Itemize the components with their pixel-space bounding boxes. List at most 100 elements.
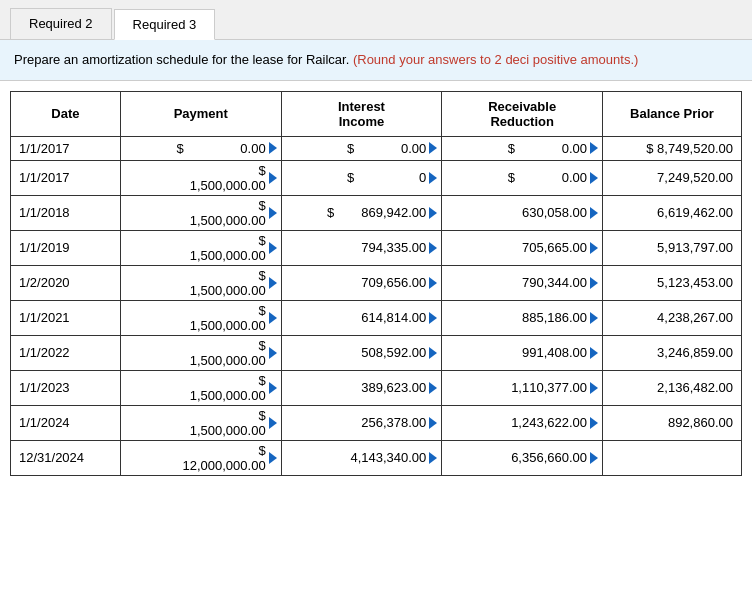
interest-input[interactable] (326, 310, 426, 325)
payment-input[interactable] (166, 458, 266, 473)
cell-balance: 6,619,462.00 (603, 195, 742, 230)
interest-input[interactable] (326, 345, 426, 360)
cell-receivable[interactable] (442, 195, 603, 230)
cell-payment[interactable]: $ (120, 405, 281, 440)
cell-balance: 892,860.00 (603, 405, 742, 440)
col-header-date: Date (11, 91, 121, 136)
interest-input[interactable] (326, 240, 426, 255)
cell-interest[interactable] (281, 300, 442, 335)
instructions-highlight: (Round your answers to 2 deci positive a… (353, 52, 638, 67)
receivable-input[interactable] (487, 450, 587, 465)
cell-payment[interactable]: $ (120, 230, 281, 265)
cell-balance: $ 8,749,520.00 (603, 136, 742, 160)
receivable-input[interactable] (487, 240, 587, 255)
cell-payment[interactable]: $ (120, 370, 281, 405)
cell-interest[interactable]: $ (281, 195, 442, 230)
receivable-input[interactable] (487, 380, 587, 395)
cell-interest[interactable]: $ (281, 136, 442, 160)
table-row: 1/1/2018 $ $ 6,619,462.00 (11, 195, 742, 230)
receivable-input[interactable] (487, 415, 587, 430)
cell-payment[interactable]: $ (120, 300, 281, 335)
cell-balance: 7,249,520.00 (603, 160, 742, 195)
cell-payment[interactable]: $ (120, 265, 281, 300)
payment-input[interactable] (166, 213, 266, 228)
tabs-container: Required 2 Required 3 (0, 0, 752, 40)
cell-balance (603, 440, 742, 475)
cell-balance: 4,238,267.00 (603, 300, 742, 335)
col-header-interest: InterestIncome (281, 91, 442, 136)
payment-input[interactable] (186, 141, 266, 156)
cell-payment[interactable]: $ (120, 440, 281, 475)
receivable-input[interactable] (517, 141, 587, 156)
cell-receivable[interactable] (442, 405, 603, 440)
cell-receivable[interactable] (442, 370, 603, 405)
interest-input[interactable] (326, 415, 426, 430)
table-container: Date Payment InterestIncome ReceivableRe… (0, 81, 752, 486)
receivable-input[interactable] (487, 275, 587, 290)
payment-input[interactable] (166, 178, 266, 193)
instructions-box: Prepare an amortization schedule for the… (0, 40, 752, 81)
payment-input[interactable] (166, 283, 266, 298)
cell-date: 1/1/2017 (11, 136, 121, 160)
interest-input[interactable] (356, 170, 426, 185)
table-row: 1/1/2023 $ 2,136,482.00 (11, 370, 742, 405)
cell-interest[interactable] (281, 265, 442, 300)
table-row: 1/2/2020 $ 5,123,453.00 (11, 265, 742, 300)
payment-input[interactable] (166, 318, 266, 333)
interest-input[interactable] (326, 380, 426, 395)
tab-required-2[interactable]: Required 2 (10, 8, 112, 39)
cell-receivable[interactable] (442, 440, 603, 475)
interest-input[interactable] (336, 205, 426, 220)
cell-receivable[interactable] (442, 265, 603, 300)
cell-payment[interactable]: $ (120, 335, 281, 370)
payment-input[interactable] (166, 388, 266, 403)
cell-balance: 3,246,859.00 (603, 335, 742, 370)
table-row: 1/1/2021 $ 4,238,267.00 (11, 300, 742, 335)
interest-input[interactable] (326, 275, 426, 290)
interest-input[interactable] (326, 450, 426, 465)
dollar-sign: $ (258, 373, 265, 388)
dollar-sign: $ (347, 170, 354, 185)
receivable-input[interactable] (487, 205, 587, 220)
dollar-sign: $ (258, 268, 265, 283)
cell-date: 1/1/2022 (11, 335, 121, 370)
dollar-sign: $ (176, 141, 183, 156)
payment-input[interactable] (166, 423, 266, 438)
interest-input[interactable] (356, 141, 426, 156)
cell-balance: 2,136,482.00 (603, 370, 742, 405)
cell-payment[interactable]: $ (120, 160, 281, 195)
cell-interest[interactable] (281, 405, 442, 440)
tab-required-3[interactable]: Required 3 (114, 9, 216, 40)
dollar-sign: $ (258, 198, 265, 213)
cell-receivable[interactable] (442, 335, 603, 370)
table-row: 1/1/2017 $ $ $ $ 8,749,520.00 (11, 136, 742, 160)
receivable-input[interactable] (487, 345, 587, 360)
cell-payment[interactable]: $ (120, 136, 281, 160)
cell-date: 1/1/2021 (11, 300, 121, 335)
dollar-sign: $ (258, 163, 265, 178)
cell-interest[interactable] (281, 440, 442, 475)
payment-input[interactable] (166, 248, 266, 263)
col-header-payment: Payment (120, 91, 281, 136)
cell-receivable[interactable]: $ (442, 160, 603, 195)
receivable-input[interactable] (517, 170, 587, 185)
cell-interest[interactable] (281, 230, 442, 265)
cell-payment[interactable]: $ (120, 195, 281, 230)
cell-interest[interactable]: $ (281, 160, 442, 195)
dollar-sign: $ (258, 233, 265, 248)
dollar-sign: $ (258, 408, 265, 423)
cell-date: 1/1/2023 (11, 370, 121, 405)
cell-receivable[interactable]: $ (442, 136, 603, 160)
amortization-table: Date Payment InterestIncome ReceivableRe… (10, 91, 742, 476)
cell-date: 1/1/2019 (11, 230, 121, 265)
col-header-receivable: ReceivableReduction (442, 91, 603, 136)
cell-receivable[interactable] (442, 230, 603, 265)
cell-interest[interactable] (281, 370, 442, 405)
cell-balance: 5,123,453.00 (603, 265, 742, 300)
table-row: 12/31/2024 $ (11, 440, 742, 475)
cell-interest[interactable] (281, 335, 442, 370)
payment-input[interactable] (166, 353, 266, 368)
receivable-input[interactable] (487, 310, 587, 325)
cell-receivable[interactable] (442, 300, 603, 335)
dollar-sign: $ (258, 303, 265, 318)
